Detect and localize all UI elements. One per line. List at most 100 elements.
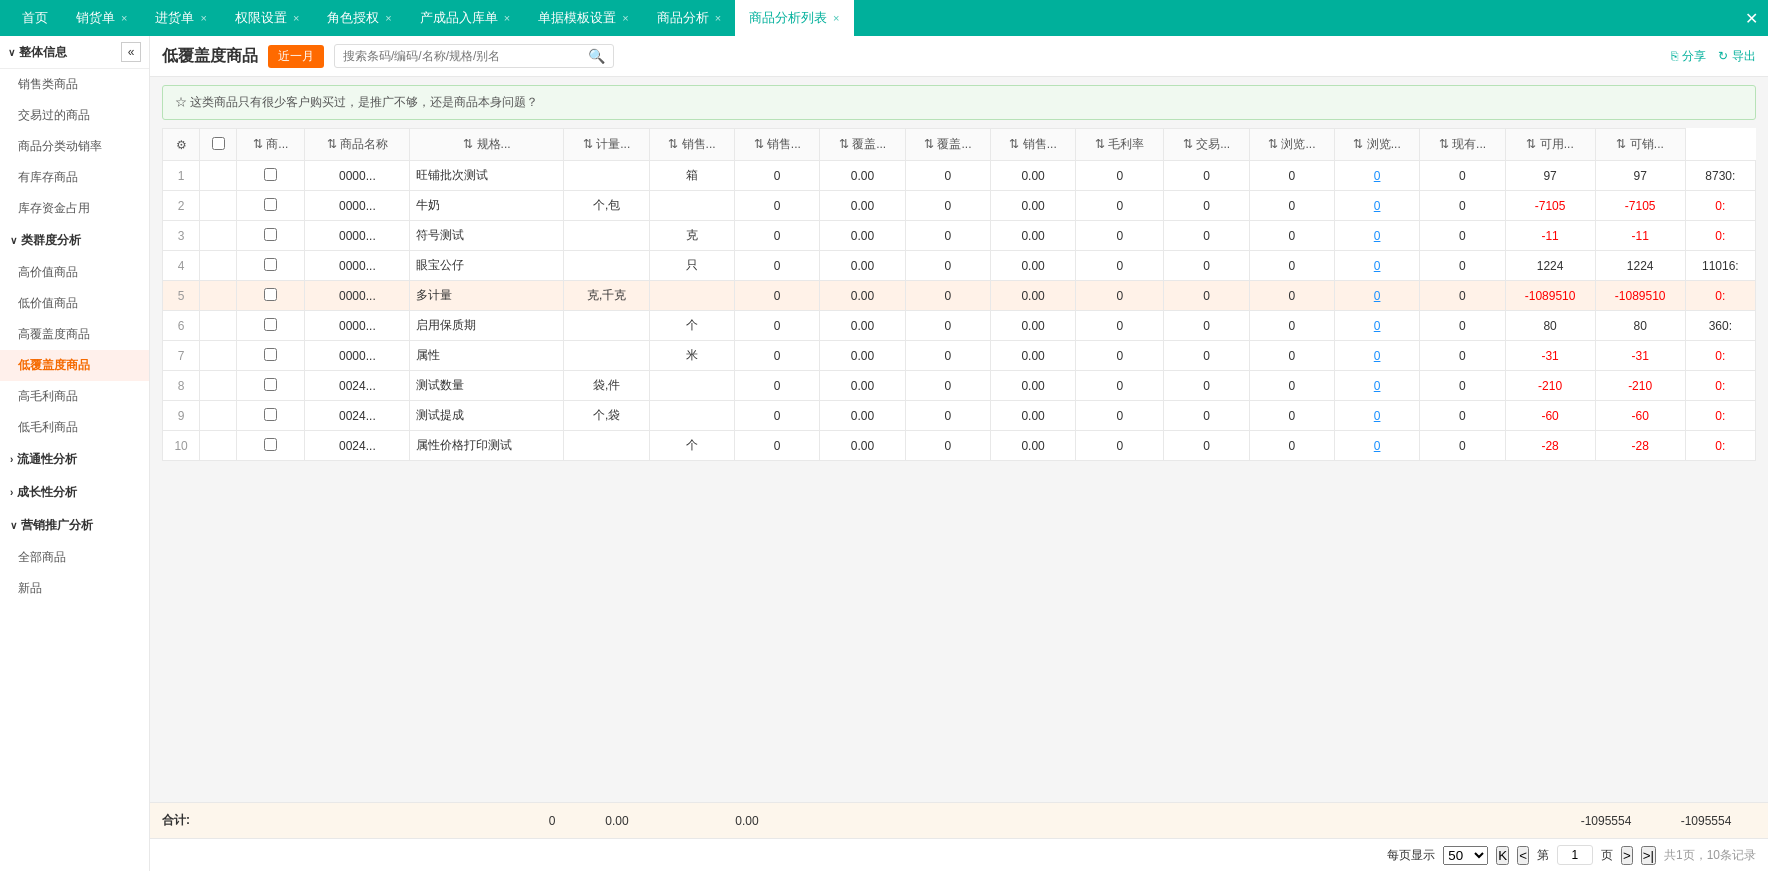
col-cover1[interactable]: ⇅ 覆盖... <box>820 129 905 161</box>
col-current[interactable]: ⇅ 现有... <box>1420 129 1505 161</box>
col-name[interactable]: ⇅ 商品名称 <box>305 129 410 161</box>
col-available[interactable]: ⇅ 可用... <box>1505 129 1595 161</box>
nav-tab-template[interactable]: 单据模板设置 × <box>524 0 642 36</box>
col-sales-amt[interactable]: ⇅ 销售... <box>735 129 820 161</box>
close-products-tab[interactable]: × <box>504 12 510 24</box>
col-browse2[interactable]: ⇅ 浏览... <box>1334 129 1419 161</box>
nav-tab-products[interactable]: 产成品入库单 × <box>406 0 524 36</box>
page-size-select[interactable]: 50 20 100 200 <box>1443 846 1488 865</box>
col-spec[interactable]: ⇅ 规格... <box>410 129 564 161</box>
row-checkbox[interactable] <box>237 371 305 401</box>
col-saleable[interactable]: ⇅ 可销... <box>1595 129 1685 161</box>
row-checkbox[interactable] <box>237 281 305 311</box>
prev-page-button[interactable]: < <box>1517 846 1529 865</box>
row-browse1[interactable]: 0 <box>1334 191 1419 221</box>
nav-tab-permissions[interactable]: 权限设置 × <box>221 0 313 36</box>
sidebar-collapse-button[interactable]: « <box>121 42 141 62</box>
col-gross[interactable]: ⇅ 毛利率 <box>1076 129 1164 161</box>
first-page-button[interactable]: K <box>1496 846 1509 865</box>
nav-tab-analysis-list[interactable]: 商品分析列表 × <box>735 0 853 36</box>
row-browse1[interactable]: 0 <box>1334 311 1419 341</box>
col-code[interactable]: ⇅ 商... <box>237 129 305 161</box>
nav-tab-roles[interactable]: 角色授权 × <box>313 0 405 36</box>
col-sales2[interactable]: ⇅ 销售... <box>990 129 1075 161</box>
sidebar-item-traded-goods[interactable]: 交易过的商品 <box>0 100 149 131</box>
close-permissions-tab[interactable]: × <box>293 12 299 24</box>
next-page-button[interactable]: > <box>1621 846 1633 865</box>
sidebar-section-header-overall[interactable]: ∨ 整体信息 <box>8 44 67 61</box>
close-analysis-list-tab[interactable]: × <box>833 12 839 24</box>
row-select-checkbox[interactable] <box>264 228 277 241</box>
sidebar-item-all-goods[interactable]: 全部商品 <box>0 542 149 573</box>
row-select-checkbox[interactable] <box>264 318 277 331</box>
close-purchase-tab[interactable]: × <box>200 12 206 24</box>
row-settings[interactable] <box>200 341 237 371</box>
row-browse1[interactable]: 0 <box>1334 341 1419 371</box>
row-settings[interactable] <box>200 401 237 431</box>
row-browse1[interactable]: 0 <box>1334 251 1419 281</box>
current-page-input[interactable] <box>1557 845 1593 865</box>
row-checkbox[interactable] <box>237 401 305 431</box>
close-sales-tab[interactable]: × <box>121 12 127 24</box>
row-browse1[interactable]: 0 <box>1334 371 1419 401</box>
row-checkbox[interactable] <box>237 341 305 371</box>
row-checkbox[interactable] <box>237 191 305 221</box>
sidebar-item-high-value[interactable]: 高价值商品 <box>0 257 149 288</box>
row-browse1[interactable]: 0 <box>1334 401 1419 431</box>
row-checkbox[interactable] <box>237 161 305 191</box>
settings-icon[interactable]: ⚙ <box>176 138 187 152</box>
row-select-checkbox[interactable] <box>264 198 277 211</box>
nav-tab-purchase[interactable]: 进货单 × <box>141 0 220 36</box>
select-all-checkbox[interactable] <box>212 137 225 150</box>
nav-tab-analysis[interactable]: 商品分析 × <box>643 0 735 36</box>
sidebar-item-category-rate[interactable]: 商品分类动销率 <box>0 131 149 162</box>
close-roles-tab[interactable]: × <box>385 12 391 24</box>
col-unit[interactable]: ⇅ 计量... <box>564 129 649 161</box>
sidebar-item-low-value[interactable]: 低价值商品 <box>0 288 149 319</box>
sidebar-item-high-coverage[interactable]: 高覆盖度商品 <box>0 319 149 350</box>
row-checkbox[interactable] <box>237 311 305 341</box>
nav-tab-sales[interactable]: 销货单 × <box>62 0 141 36</box>
close-analysis-tab[interactable]: × <box>715 12 721 24</box>
col-browse1[interactable]: ⇅ 浏览... <box>1249 129 1334 161</box>
sidebar-section-marketing-header[interactable]: ∨ 营销推广分析 <box>0 509 149 542</box>
sidebar-item-low-coverage[interactable]: 低覆盖度商品 <box>0 350 149 381</box>
row-select-checkbox[interactable] <box>264 378 277 391</box>
sidebar-item-stock-capital[interactable]: 库存资金占用 <box>0 193 149 224</box>
sidebar-item-stock-goods[interactable]: 有库存商品 <box>0 162 149 193</box>
row-settings[interactable] <box>200 191 237 221</box>
row-checkbox[interactable] <box>237 431 305 461</box>
sidebar-item-low-gross[interactable]: 低毛利商品 <box>0 412 149 443</box>
col-trade[interactable]: ⇅ 交易... <box>1164 129 1249 161</box>
sidebar-item-high-gross[interactable]: 高毛利商品 <box>0 381 149 412</box>
row-settings[interactable] <box>200 311 237 341</box>
row-checkbox[interactable] <box>237 221 305 251</box>
row-settings[interactable] <box>200 221 237 251</box>
window-close-button[interactable]: ✕ <box>1745 9 1758 28</box>
row-select-checkbox[interactable] <box>264 348 277 361</box>
sidebar-section-cluster-header[interactable]: ∨ 类群度分析 <box>0 224 149 257</box>
col-cover2[interactable]: ⇅ 覆盖... <box>905 129 990 161</box>
row-browse1[interactable]: 0 <box>1334 431 1419 461</box>
row-settings[interactable] <box>200 161 237 191</box>
share-button[interactable]: ⎘ 分享 <box>1671 48 1706 65</box>
search-input[interactable] <box>343 49 584 63</box>
row-browse1[interactable]: 0 <box>1334 281 1419 311</box>
sidebar-section-circulation-header[interactable]: › 流通性分析 <box>0 443 149 476</box>
search-icon[interactable]: 🔍 <box>588 48 605 64</box>
row-browse1[interactable]: 0 <box>1334 221 1419 251</box>
close-template-tab[interactable]: × <box>622 12 628 24</box>
time-filter-button[interactable]: 近一月 <box>268 45 324 68</box>
col-settings[interactable]: ⚙ <box>163 129 200 161</box>
row-browse1[interactable]: 0 <box>1334 161 1419 191</box>
last-page-button[interactable]: >| <box>1641 846 1656 865</box>
row-select-checkbox[interactable] <box>264 168 277 181</box>
row-select-checkbox[interactable] <box>264 258 277 271</box>
sidebar-section-growth-header[interactable]: › 成长性分析 <box>0 476 149 509</box>
row-settings[interactable] <box>200 251 237 281</box>
export-button[interactable]: ↻ 导出 <box>1718 48 1756 65</box>
row-settings[interactable] <box>200 431 237 461</box>
col-sales-qty[interactable]: ⇅ 销售... <box>649 129 734 161</box>
row-settings[interactable] <box>200 281 237 311</box>
sidebar-item-new-goods[interactable]: 新品 <box>0 573 149 604</box>
